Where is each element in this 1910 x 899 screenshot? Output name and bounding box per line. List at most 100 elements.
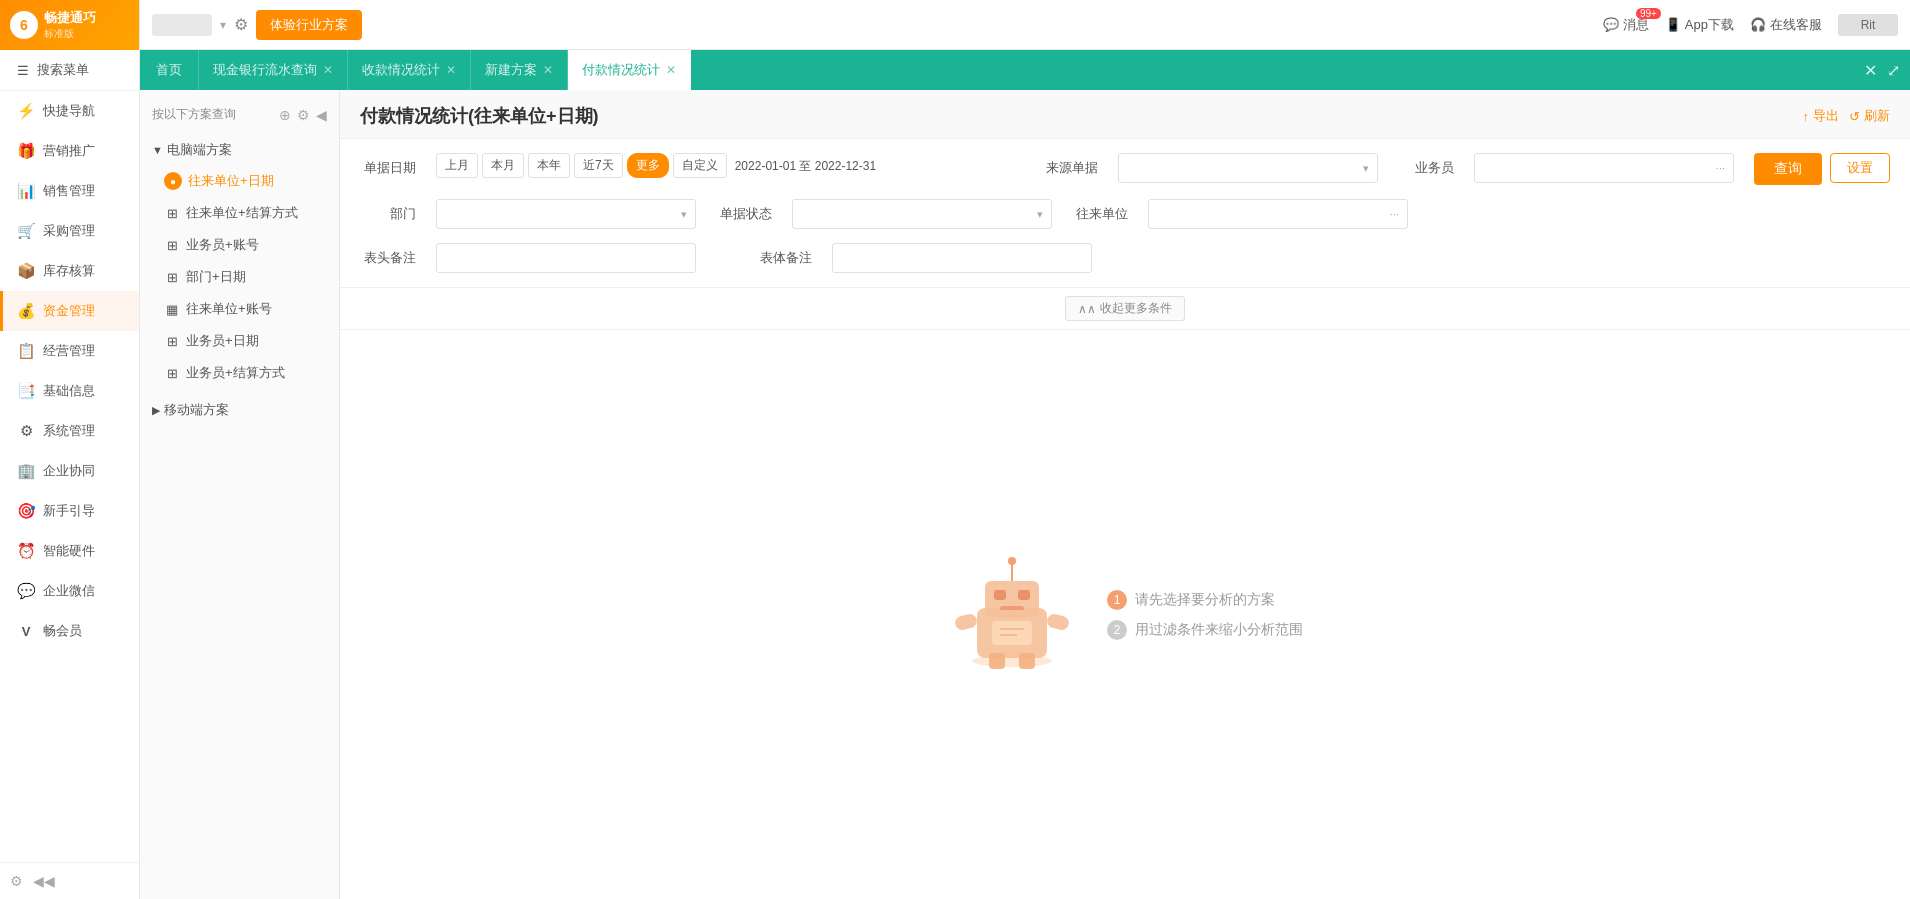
sidebar-item-purchase[interactable]: 🛒 采购管理 — [0, 211, 139, 251]
panel-section-mobile: ▶ 移动端方案 — [140, 395, 339, 425]
topbar-messages[interactable]: 💬 消息 99+ — [1603, 16, 1649, 34]
filter-actions: 查询 设置 — [1754, 153, 1890, 185]
sidebar: 6 畅捷通巧 标准版 ☰ 搜索菜单 ⚡ 快捷导航 🎁 营销推广 📊 销售管理 🛒… — [0, 0, 140, 899]
maximize-icon[interactable]: ⤢ — [1887, 61, 1900, 80]
date-btn-custom[interactable]: 自定义 — [673, 153, 727, 178]
partner-select[interactable]: ··· — [1148, 199, 1408, 229]
date-btn-this-year[interactable]: 本年 — [528, 153, 570, 178]
panel-section-title-desktop[interactable]: ▼ 电脑端方案 — [140, 135, 339, 165]
panel-item-dept-date[interactable]: ⊞ 部门+日期 — [140, 261, 339, 293]
sidebar-nav: ☰ 搜索菜单 ⚡ 快捷导航 🎁 营销推广 📊 销售管理 🛒 采购管理 📦 库存核… — [0, 50, 139, 862]
panel-item-partner-account[interactable]: ▦ 往来单位+账号 — [140, 293, 339, 325]
sidebar-item-member[interactable]: V 畅会员 — [0, 611, 139, 651]
chart-icon: 📊 — [17, 182, 35, 200]
export-btn[interactable]: ↑ 导出 — [1803, 107, 1840, 125]
tab-receivables[interactable]: 收款情况统计 ✕ — [348, 50, 471, 90]
svg-rect-12 — [992, 621, 1032, 645]
sidebar-item-sales[interactable]: 📊 销售管理 — [0, 171, 139, 211]
salesperson-label: 业务员 — [1398, 153, 1454, 177]
sidebar-item-wechat[interactable]: 💬 企业微信 — [0, 571, 139, 611]
date-btn-this-month[interactable]: 本月 — [482, 153, 524, 178]
tab-bank[interactable]: 现金银行流水查询 ✕ — [199, 50, 348, 90]
query-button[interactable]: 查询 — [1754, 153, 1822, 185]
tab-home[interactable]: 首页 — [140, 50, 199, 90]
sidebar-item-inventory[interactable]: 📦 库存核算 — [0, 251, 139, 291]
sidebar-item-marketing[interactable]: 🎁 营销推广 — [0, 131, 139, 171]
refresh-icon: ↺ — [1849, 109, 1860, 124]
salesperson-select[interactable]: ··· — [1474, 153, 1734, 183]
refresh-btn[interactable]: ↺ 刷新 — [1849, 107, 1890, 125]
panel-item-partner-date[interactable]: ● 往来单位+日期 — [140, 165, 339, 197]
sidebar-collapse-btn[interactable]: ◀◀ — [33, 873, 55, 889]
panel-header: 按以下方案查询 ⊕ ⚙ ◀ — [140, 100, 339, 129]
collapse-btn[interactable]: ∧∧ 收起更多条件 — [1065, 296, 1185, 321]
tab-close-new-plan[interactable]: ✕ — [543, 63, 553, 77]
sidebar-item-guide[interactable]: 🎯 新手引导 — [0, 491, 139, 531]
svg-rect-9 — [1046, 612, 1071, 631]
chevron-down-icon: ▼ — [152, 144, 163, 156]
setting-button[interactable]: 设置 — [1830, 153, 1890, 183]
tab-close-receivables[interactable]: ✕ — [446, 63, 456, 77]
voucher-status-select[interactable]: ▾ — [792, 199, 1052, 229]
svg-rect-2 — [985, 581, 1039, 617]
tab-payment-stats[interactable]: 付款情况统计 ✕ — [568, 50, 691, 90]
voucher-status-arrow: ▾ — [1037, 208, 1043, 221]
date-range-display: 2022-01-01 至 2022-12-31 — [735, 158, 876, 175]
sidebar-item-system[interactable]: ⚙ 系统管理 — [0, 411, 139, 451]
table-body-note-input[interactable] — [832, 243, 1092, 273]
source-select[interactable]: ▾ — [1118, 153, 1378, 183]
experience-btn[interactable]: 体验行业方案 — [256, 10, 362, 40]
panel-settings-icon[interactable]: ⚙ — [297, 107, 310, 123]
chat-icon: 💬 — [17, 582, 35, 600]
topbar-gear-icon[interactable]: ⚙ — [234, 15, 248, 34]
topbar-app-download[interactable]: 📱 App下载 — [1665, 16, 1734, 34]
date-filter-content: 上月 本月 本年 近7天 更多 自定义 2022-01-01 至 2022-12… — [436, 153, 1022, 178]
headset-icon: 🎧 — [1750, 17, 1766, 32]
close-all-tabs-icon[interactable]: ✕ — [1864, 61, 1877, 80]
topbar-online-service[interactable]: 🎧 在线客服 — [1750, 16, 1822, 34]
page-actions: ↑ 导出 ↺ 刷新 — [1803, 107, 1891, 125]
date-btn-last-month[interactable]: 上月 — [436, 153, 478, 178]
table-header-note-input[interactable] — [436, 243, 696, 273]
date-btn-7days[interactable]: 近7天 — [574, 153, 623, 178]
panel-item-salesperson-settle[interactable]: ⊞ 业务员+结算方式 — [140, 357, 339, 389]
sidebar-settings-btn[interactable]: ⚙ — [10, 873, 23, 889]
cart-icon: 🛒 — [17, 222, 35, 240]
tabbar-right: ✕ ⤢ — [1864, 50, 1910, 90]
sidebar-item-hardware[interactable]: ⏰ 智能硬件 — [0, 531, 139, 571]
message-icon: 💬 — [1603, 17, 1619, 32]
tab-new-plan[interactable]: 新建方案 ✕ — [471, 50, 568, 90]
dept-select[interactable]: ▾ — [436, 199, 696, 229]
sidebar-logo-text: 畅捷通巧 标准版 — [44, 9, 96, 41]
table-icon-2: ⊞ — [164, 237, 180, 253]
sidebar-item-basic[interactable]: 📑 基础信息 — [0, 371, 139, 411]
clipboard-icon: 📋 — [17, 342, 35, 360]
sidebar-search[interactable]: ☰ 搜索菜单 — [0, 50, 139, 91]
panel-collapse-icon[interactable]: ◀ — [316, 107, 327, 123]
date-btn-more[interactable]: 更多 — [627, 153, 669, 178]
left-panel: 按以下方案查询 ⊕ ⚙ ◀ ▼ 电脑端方案 ● 往来单位+日期 — [140, 90, 340, 899]
panel-item-partner-settle[interactable]: ⊞ 往来单位+结算方式 — [140, 197, 339, 229]
panel-section-title-mobile[interactable]: ▶ 移动端方案 — [140, 395, 339, 425]
panel-item-salesperson-account[interactable]: ⊞ 业务员+账号 — [140, 229, 339, 261]
panel-item-salesperson-date[interactable]: ⊞ 业务员+日期 — [140, 325, 339, 357]
collapse-bar: ∧∧ 收起更多条件 — [340, 288, 1910, 330]
sidebar-item-enterprise[interactable]: 🏢 企业协同 — [0, 451, 139, 491]
filter-area: 单据日期 上月 本月 本年 近7天 更多 自定义 2022-01-01 至 20… — [340, 139, 1910, 288]
chevron-right-icon: ▶ — [152, 404, 160, 417]
panel-add-icon[interactable]: ⊕ — [279, 107, 291, 123]
table-icon-5: ⊞ — [164, 365, 180, 381]
date-label: 单据日期 — [360, 153, 416, 177]
tab-close-bank[interactable]: ✕ — [323, 63, 333, 77]
partner-label: 往来单位 — [1072, 199, 1128, 223]
sidebar-item-operations[interactable]: 📋 经营管理 — [0, 331, 139, 371]
svg-rect-8 — [954, 612, 979, 631]
topbar-dropdown-arrow[interactable]: ▾ — [220, 18, 226, 32]
empty-hint-1: 1 请先选择要分析的方案 — [1107, 590, 1303, 610]
sidebar-item-quick-nav[interactable]: ⚡ 快捷导航 — [0, 91, 139, 131]
sidebar-item-finance[interactable]: 💰 资金管理 — [0, 291, 139, 331]
flash-icon: ⚡ — [17, 102, 35, 120]
source-label: 来源单据 — [1042, 153, 1098, 177]
filter-row-1: 单据日期 上月 本月 本年 近7天 更多 自定义 2022-01-01 至 20… — [360, 153, 1890, 185]
tab-close-payment-stats[interactable]: ✕ — [666, 63, 676, 77]
